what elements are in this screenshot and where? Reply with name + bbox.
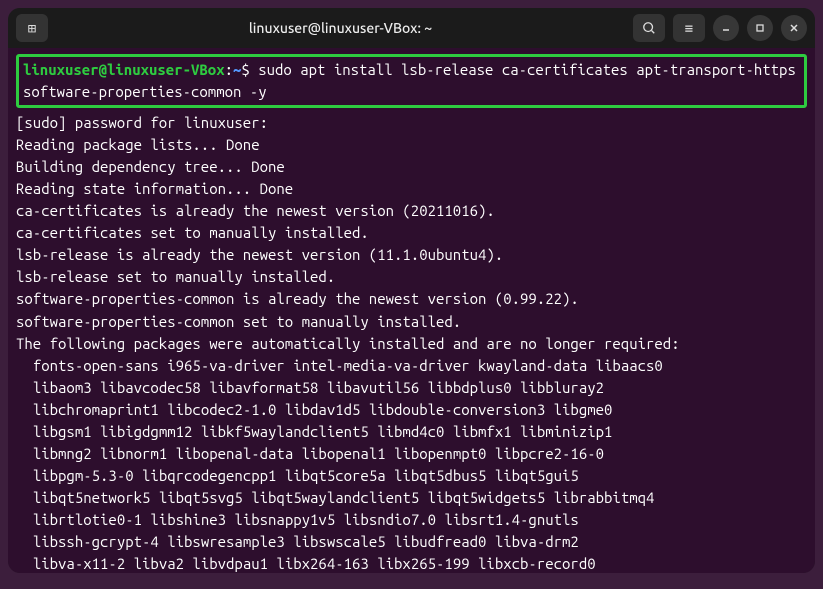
titlebar-left: ⊞ [16, 14, 48, 42]
output-line: ca-certificates set to manually installe… [16, 222, 807, 244]
output-line: The following packages were automaticall… [16, 333, 807, 355]
terminal-output: [sudo] password for linuxuser:Reading pa… [16, 112, 807, 573]
command-highlight: linuxuser@linuxuser-VBox:~$ sudo apt ins… [16, 54, 807, 108]
output-line: libmng2 libnorm1 libopenal-data libopena… [16, 443, 807, 465]
output-line: libpgm-5.3-0 libqrcodegencpp1 libqt5core… [16, 465, 807, 487]
output-line: Reading package lists... Done [16, 134, 807, 156]
close-icon [789, 23, 799, 33]
new-tab-icon: ⊞ [28, 20, 36, 37]
output-line: lsb-release set to manually installed. [16, 266, 807, 288]
minimize-button[interactable] [713, 15, 739, 41]
output-line: software-properties-common is already th… [16, 288, 807, 310]
output-line: libgsm1 libigdgmm12 libkf5waylandclient5… [16, 421, 807, 443]
output-line: libchromaprint1 libcodec2-1.0 libdav1d5 … [16, 399, 807, 421]
new-tab-button[interactable]: ⊞ [16, 14, 48, 42]
output-line: libssh-gcrypt-4 libswresample3 libswscal… [16, 531, 807, 553]
output-line: fonts-open-sans i965-va-driver intel-med… [16, 355, 807, 377]
search-button[interactable] [633, 14, 665, 42]
output-line: Building dependency tree... Done [16, 156, 807, 178]
prompt-symbol: $ [241, 61, 249, 78]
titlebar-right: ≡ [633, 14, 807, 42]
terminal-body[interactable]: linuxuser@linuxuser-VBox:~$ sudo apt ins… [8, 48, 815, 573]
window-title: linuxuser@linuxuser-VBox: ~ [56, 20, 625, 36]
output-line: Reading state information... Done [16, 178, 807, 200]
prompt-separator: : [225, 61, 233, 78]
menu-button[interactable]: ≡ [673, 14, 705, 42]
close-button[interactable] [781, 15, 807, 41]
output-line: libqt5network5 libqt5svg5 libqt5waylandc… [16, 487, 807, 509]
output-line: libaom3 libavcodec58 libavformat58 libav… [16, 377, 807, 399]
minimize-icon [721, 23, 731, 33]
maximize-icon [755, 23, 765, 33]
search-icon [642, 21, 656, 35]
output-line: software-properties-common set to manual… [16, 311, 807, 333]
menu-icon: ≡ [685, 20, 693, 37]
output-line: librtlotie0-1 libshine3 libsnappy1v5 lib… [16, 509, 807, 531]
prompt-user-host: linuxuser@linuxuser-VBox [23, 61, 225, 78]
output-line: ca-certificates is already the newest ve… [16, 200, 807, 222]
output-line: lsb-release is already the newest versio… [16, 244, 807, 266]
output-line: libva-x11-2 libva2 libvdpau1 libx264-163… [16, 553, 807, 573]
terminal-window: ⊞ linuxuser@linuxuser-VBox: ~ ≡ linuxuse… [8, 8, 815, 573]
maximize-button[interactable] [747, 15, 773, 41]
output-line: [sudo] password for linuxuser: [16, 112, 807, 134]
titlebar: ⊞ linuxuser@linuxuser-VBox: ~ ≡ [8, 8, 815, 48]
